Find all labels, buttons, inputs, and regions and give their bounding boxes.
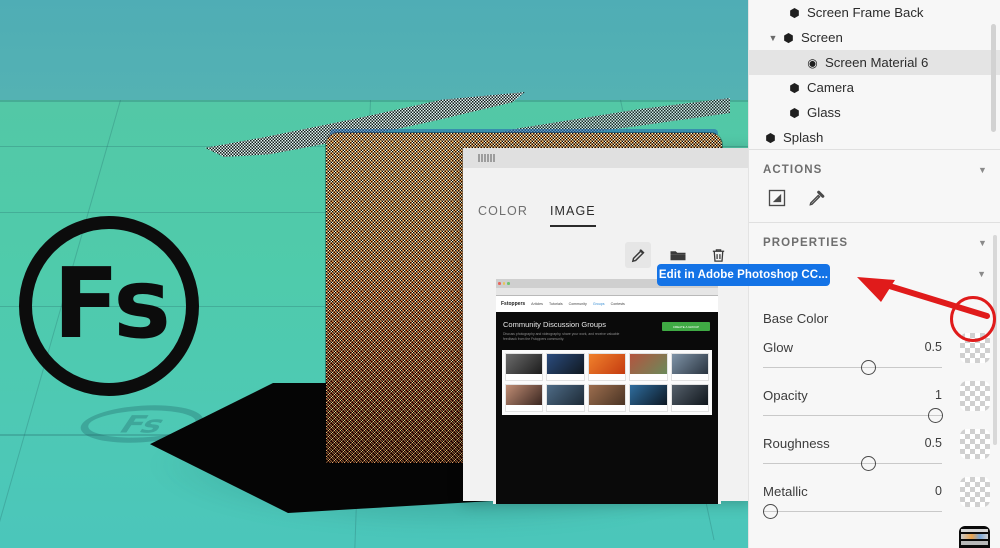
chevron-down-icon[interactable]: ▼ — [978, 165, 988, 175]
preview-card — [505, 384, 544, 413]
tree-item-label: Glass — [807, 105, 841, 120]
cube-icon: ⬢ — [789, 5, 800, 20]
preview-nav-item: Articles — [531, 302, 543, 306]
dialog-tabs: COLOR IMAGE — [463, 168, 753, 227]
actions-section-header[interactable]: ACTIONS ▼ — [749, 150, 1000, 184]
preview-hero: Community Discussion Groups Discuss phot… — [496, 312, 718, 348]
preview-card — [670, 353, 709, 382]
roughness-texture-swatch[interactable] — [960, 429, 990, 459]
glow-slider[interactable] — [763, 357, 986, 379]
preview-site-nav: Fstoppers Articles Tutorials Community G… — [496, 296, 718, 312]
dialog-body: COLOR IMAGE Fstoppers Articles Tutorials… — [463, 168, 753, 504]
properties-scrollbar[interactable] — [993, 235, 997, 445]
cube-icon: ⬢ — [789, 105, 800, 120]
preview-card — [629, 353, 668, 382]
roughness-property: Roughness 0.5 — [749, 429, 1000, 481]
tree-item-label: Splash — [783, 130, 824, 145]
pencil-icon[interactable] — [625, 242, 651, 268]
annotation-arrow — [857, 277, 990, 319]
preview-card — [629, 384, 668, 413]
actions-title: ACTIONS — [763, 164, 823, 176]
properties-section-header[interactable]: PROPERTIES ▼ — [749, 223, 1000, 257]
cube-icon: ⬢ — [789, 80, 800, 95]
chevron-down-icon[interactable]: ▼ — [978, 238, 988, 248]
tree-item-camera[interactable]: ⬢ Camera — [749, 75, 1000, 100]
cube-icon: ⬢ — [765, 130, 776, 145]
sky-background — [0, 0, 748, 101]
glow-value: 0.5 — [924, 340, 942, 354]
preview-card — [546, 353, 585, 382]
metallic-slider[interactable] — [763, 501, 986, 523]
image-picker-dialog[interactable]: COLOR IMAGE Fstoppers Articles Tutorials… — [463, 148, 753, 504]
preview-card — [505, 353, 544, 382]
base-color-label: Base Color — [763, 310, 829, 326]
tree-item-label: Screen — [801, 30, 843, 45]
preview-card — [670, 384, 709, 413]
preview-nav-item: Contests — [610, 302, 625, 306]
fill-tool-icon[interactable] — [767, 188, 787, 208]
opacity-label: Opacity — [763, 387, 808, 403]
metallic-property: Metallic 0 — [749, 477, 1000, 529]
cube-icon: ⬢ — [783, 30, 794, 45]
tree-item-label: Screen Frame Back — [807, 5, 924, 20]
tree-item-screen-material-6[interactable]: ◉ Screen Material 6 — [749, 50, 1000, 75]
preview-card-grid — [502, 350, 712, 416]
tree-scrollbar[interactable] — [991, 24, 996, 132]
tab-color[interactable]: COLOR — [478, 204, 528, 227]
roughness-label: Roughness — [763, 435, 830, 451]
material-icon: ◉ — [807, 55, 818, 70]
tree-item-screen[interactable]: ▼ ⬢ Screen — [749, 25, 1000, 50]
glow-label: Glow — [763, 339, 794, 355]
actions-toolbar — [749, 184, 1000, 222]
image-preview-thumbnail[interactable]: Fstoppers Articles Tutorials Community G… — [493, 276, 721, 504]
tab-image[interactable]: IMAGE — [549, 204, 596, 227]
scene-tree[interactable]: ⬢ Screen Frame Back ▼ ⬢ Screen ◉ Screen … — [749, 0, 1000, 149]
preview-card — [587, 353, 627, 382]
preview-url-bar — [496, 288, 718, 296]
tree-item-screen-frame-back[interactable]: ⬢ Screen Frame Back — [749, 0, 1000, 25]
preview-subtext: Discuss photography and videography, sha… — [503, 332, 620, 342]
opacity-slider[interactable] — [763, 405, 986, 427]
opacity-property: Opacity 1 — [749, 381, 1000, 433]
metallic-label: Metallic — [763, 483, 808, 499]
tooltip: Edit in Adobe Photoshop CC... — [657, 264, 830, 286]
metallic-value: 0 — [935, 484, 942, 498]
chevron-down-icon[interactable]: ▼ — [765, 33, 781, 43]
base-color-swatch[interactable] — [959, 526, 990, 548]
tree-item-label: Screen Material 6 — [825, 55, 929, 70]
preview-card — [546, 384, 585, 413]
fstoppers-logo: Fs — [19, 216, 199, 396]
opacity-texture-swatch[interactable] — [960, 381, 990, 411]
preview-card — [587, 384, 627, 413]
preview-nav-item: Tutorials — [548, 302, 563, 306]
properties-title: PROPERTIES — [763, 237, 849, 249]
glow-property: Glow 0.5 — [749, 333, 1000, 385]
preview-nav-item-active: Groups — [592, 302, 605, 306]
metallic-texture-swatch[interactable] — [960, 477, 990, 507]
opacity-value: 1 — [935, 388, 942, 402]
preview-nav-item: Community — [568, 302, 587, 306]
tree-item-splash[interactable]: ⬢ Splash — [749, 125, 1000, 149]
eyedropper-icon[interactable] — [807, 188, 827, 208]
fstoppers-logo-text: Fs — [53, 247, 171, 361]
roughness-value: 0.5 — [924, 436, 942, 450]
dialog-drag-handle[interactable] — [463, 148, 753, 168]
preview-cta-button: CREATE A GROUP — [662, 322, 710, 331]
roughness-slider[interactable] — [763, 453, 986, 475]
preview-site-logo: Fstoppers — [501, 301, 526, 307]
tree-item-label: Camera — [807, 80, 854, 95]
tree-item-glass[interactable]: ⬢ Glass — [749, 100, 1000, 125]
